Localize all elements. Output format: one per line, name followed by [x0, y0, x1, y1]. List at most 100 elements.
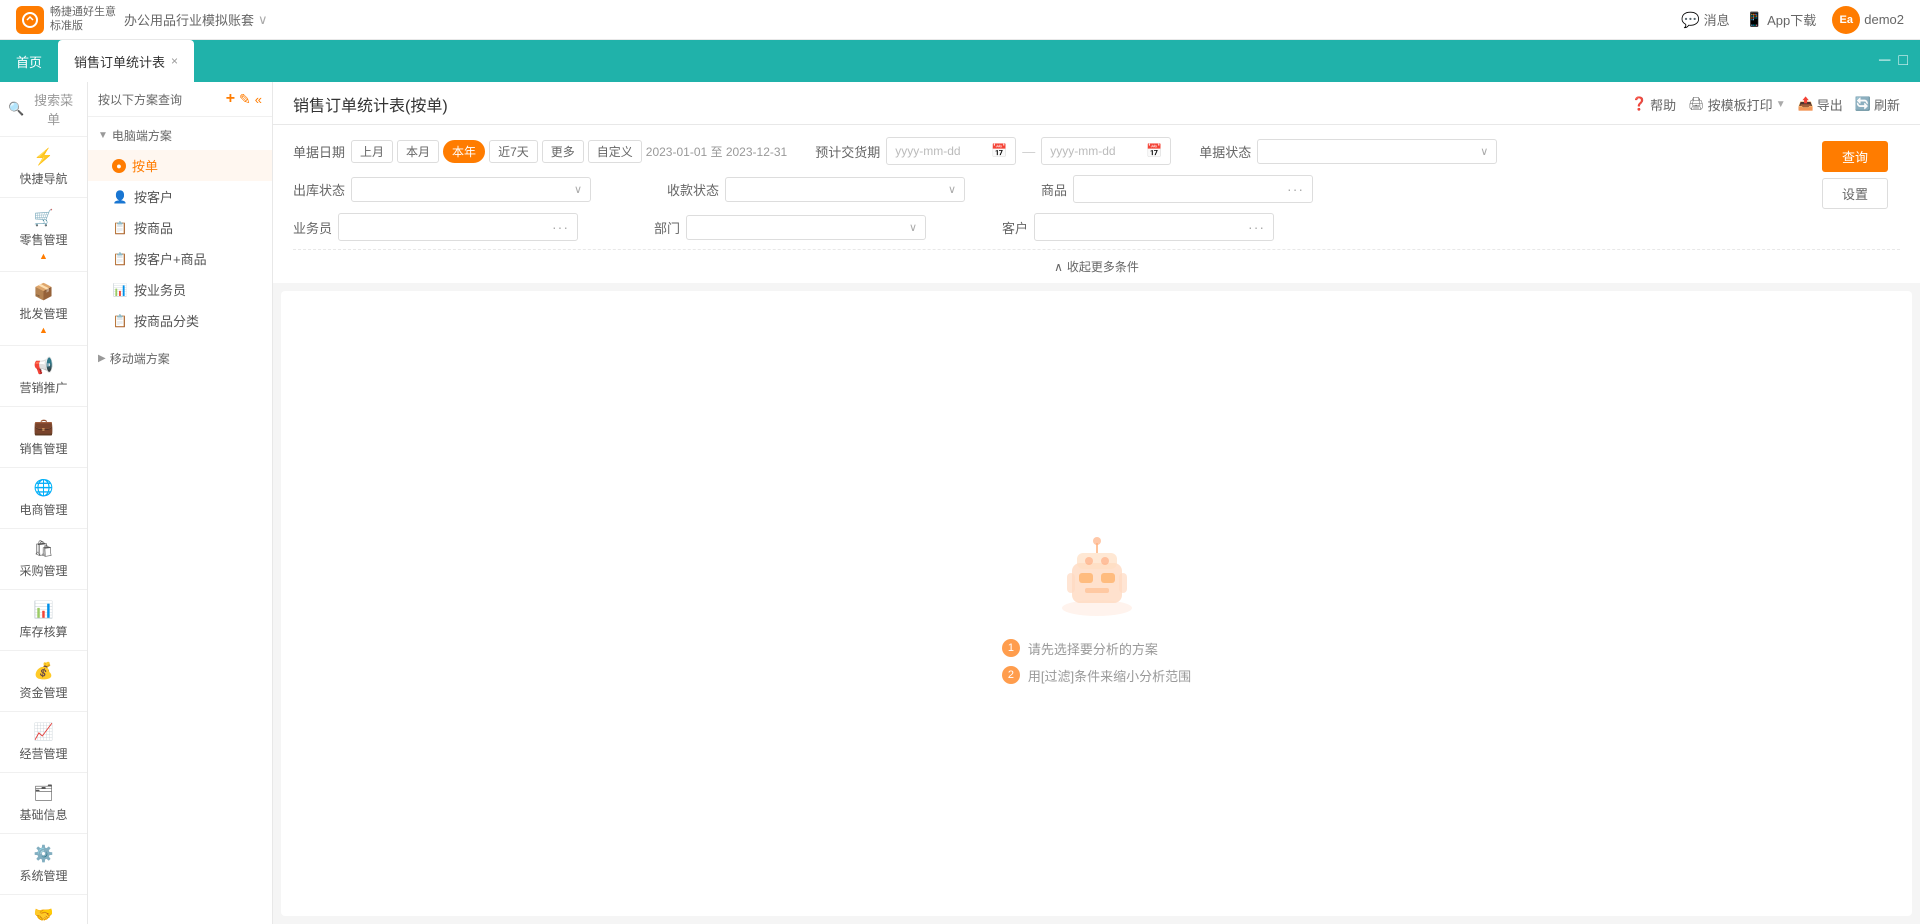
- sidebar-item-enterprise[interactable]: 🤝 企业协同: [0, 895, 87, 924]
- logo-text: 畅捷通好生意 标准版: [50, 6, 116, 32]
- top-bar-right: 💬 消息 📱 App下载 Ea demo2: [1681, 6, 1904, 34]
- salesperson-item: 业务员 ···: [293, 213, 578, 241]
- scheme-group-mobile-arrow: ▶: [98, 353, 106, 364]
- scheme-group-pc: ▼ 电脑端方案 ● 按单 👤 按客户 📋 按商品 📋 按客户+: [88, 117, 272, 340]
- payment-status-label: 收款状态: [667, 180, 719, 199]
- logo-icon: [16, 6, 44, 34]
- date-label: 单据日期: [293, 142, 345, 161]
- sidebar-item-retail[interactable]: 🛒 零售管理 ▲: [0, 198, 87, 272]
- sidebar-item-marketing[interactable]: 📢 营销推广: [0, 346, 87, 407]
- page-actions: ❓ 帮助 🖨 按模板打印 ▼ 📤 导出 🔄 刷新: [1631, 95, 1900, 114]
- date-divider: —: [1020, 144, 1037, 159]
- page-header: 销售订单统计表(按单) ❓ 帮助 🖨 按模板打印 ▼ 📤 导出: [273, 82, 1920, 125]
- product-input[interactable]: ···: [1073, 175, 1313, 203]
- avatar: Ea: [1832, 6, 1860, 34]
- tab-minimize-icon[interactable]: ─: [1879, 52, 1890, 70]
- scheme-edit-button[interactable]: ✎: [239, 91, 251, 108]
- scheme-group-pc-title[interactable]: ▼ 电脑端方案: [88, 121, 272, 150]
- sidebar-item-finance[interactable]: 💰 资金管理: [0, 651, 87, 712]
- salesperson-input[interactable]: ···: [338, 213, 578, 241]
- tab-home[interactable]: 首页: [0, 40, 58, 82]
- department-select[interactable]: ∨: [686, 215, 926, 240]
- print-button[interactable]: 🖨 按模板打印 ▼: [1688, 95, 1785, 114]
- date-btn-this-month[interactable]: 本月: [397, 140, 439, 163]
- settings-button[interactable]: 设置: [1822, 178, 1888, 209]
- delivery-date-end[interactable]: yyyy-mm-dd 📅: [1041, 137, 1171, 165]
- sidebar-item-sales[interactable]: 💼 销售管理: [0, 407, 87, 468]
- scheme-customer-icon: 👤: [112, 190, 128, 204]
- sidebar-quick-nav[interactable]: ⚡ 零售管理 快捷导航: [0, 137, 87, 198]
- delivery-status-select[interactable]: ∨: [351, 177, 591, 202]
- user-menu[interactable]: Ea demo2: [1832, 6, 1904, 34]
- app-download-button[interactable]: 📱 App下载: [1746, 10, 1817, 29]
- tab-maximize-icon[interactable]: □: [1898, 52, 1908, 70]
- query-button[interactable]: 查询: [1822, 141, 1888, 172]
- tab-sales-stats[interactable]: 销售订单统计表 ×: [58, 40, 194, 82]
- scheme-group-mobile-title[interactable]: ▶ 移动端方案: [88, 344, 272, 373]
- department-label: 部门: [654, 218, 680, 237]
- sidebar: 🔍 搜索菜单 ⚡ 零售管理 快捷导航 🛒 零售管理 ▲ 📦 批发管理 ▲ 📢 营…: [0, 82, 88, 924]
- top-bar-left: 畅捷通好生意 标准版 办公用品行业模拟账套 ∨: [16, 6, 268, 34]
- filter-button-col: 查询 设置: [1810, 137, 1900, 213]
- scheme-item-by-salesperson[interactable]: 📊 按业务员: [88, 274, 272, 305]
- scheme-panel-header: 按以下方案查询 + ✎ «: [88, 82, 272, 117]
- sidebar-item-wholesale[interactable]: 📦 批发管理 ▲: [0, 272, 87, 346]
- scheme-header-actions: + ✎ «: [226, 90, 262, 108]
- calendar-icon-start: 📅: [991, 143, 1007, 159]
- scheme-panel: 按以下方案查询 + ✎ « ▼ 电脑端方案 ● 按单 👤: [88, 82, 273, 924]
- salesperson-label: 业务员: [293, 218, 332, 237]
- breadcrumb-arrow[interactable]: ∨: [258, 12, 268, 28]
- calendar-icon-end: 📅: [1146, 143, 1162, 159]
- refresh-button[interactable]: 🔄 刷新: [1855, 95, 1900, 114]
- scheme-item-by-customer-product[interactable]: 📋 按客户+商品: [88, 243, 272, 274]
- empty-tip-2: 2 用[过滤]条件来缩小分析范围: [1002, 666, 1191, 685]
- date-btn-7days[interactable]: 近7天: [489, 140, 538, 163]
- payment-status-item: 收款状态 ∨: [667, 177, 965, 202]
- sidebar-item-system[interactable]: ⚙️ 系统管理: [0, 834, 87, 895]
- payment-status-select[interactable]: ∨: [725, 177, 965, 202]
- date-btn-more[interactable]: 更多: [542, 140, 584, 163]
- customer-input[interactable]: ···: [1034, 213, 1274, 241]
- delivery-date-start[interactable]: yyyy-mm-dd 📅: [886, 137, 1016, 165]
- scheme-item-by-customer[interactable]: 👤 按客户: [88, 181, 272, 212]
- order-status-select[interactable]: ∨: [1257, 139, 1497, 164]
- collapse-more-bar[interactable]: ∧ 收起更多条件: [293, 249, 1900, 283]
- tab-close-icon[interactable]: ×: [171, 54, 178, 68]
- date-btn-custom[interactable]: 自定义: [588, 140, 642, 163]
- sidebar-item-inventory[interactable]: 📊 库存核算: [0, 590, 87, 651]
- scheme-item-by-category[interactable]: 📋 按商品分类: [88, 305, 272, 336]
- scheme-group-mobile: ▶ 移动端方案: [88, 340, 272, 377]
- scheme-collapse-button[interactable]: «: [255, 92, 262, 107]
- delivery-label: 预计交货期: [815, 142, 880, 161]
- payment-status-arrow: ∨: [948, 183, 956, 196]
- date-btn-last-month[interactable]: 上月: [351, 140, 393, 163]
- empty-state: 1 请先选择要分析的方案 2 用[过滤]条件来缩小分析范围: [281, 291, 1912, 916]
- scheme-add-button[interactable]: +: [226, 90, 235, 108]
- tip-2-num: 2: [1002, 666, 1020, 684]
- scheme-item-by-product[interactable]: 📋 按商品: [88, 212, 272, 243]
- tab-bar-right: ─ □: [1879, 52, 1920, 70]
- customer-item: 客户 ···: [1002, 213, 1274, 241]
- empty-tip-1: 1 请先选择要分析的方案: [1002, 639, 1191, 658]
- product-dots[interactable]: ···: [1287, 181, 1304, 197]
- collapse-icon: ∧: [1054, 260, 1063, 274]
- sidebar-item-base[interactable]: 🗂 基础信息: [0, 773, 87, 834]
- empty-tips: 1 请先选择要分析的方案 2 用[过滤]条件来缩小分析范围: [1002, 639, 1191, 685]
- help-button[interactable]: ❓ 帮助: [1631, 95, 1676, 114]
- salesperson-dots[interactable]: ···: [552, 219, 569, 235]
- customer-dots[interactable]: ···: [1248, 219, 1265, 235]
- sidebar-item-operation[interactable]: 📈 经营管理: [0, 712, 87, 773]
- filter-content: 单据日期 上月 本月 本年 近7天 更多 自定义 2023-01-01 至 20…: [293, 137, 1900, 241]
- date-filter-item: 单据日期 上月 本月 本年 近7天 更多 自定义 2023-01-01 至 20…: [293, 140, 787, 163]
- page-title: 销售订单统计表(按单): [293, 92, 448, 116]
- sidebar-search[interactable]: 🔍 搜索菜单: [0, 82, 87, 137]
- date-btn-this-year[interactable]: 本年: [443, 140, 485, 163]
- sidebar-item-purchase[interactable]: 🛍 采购管理: [0, 529, 87, 590]
- sidebar-item-ecommerce[interactable]: 🌐 电商管理: [0, 468, 87, 529]
- export-button[interactable]: 📤 导出: [1798, 95, 1843, 114]
- message-button[interactable]: 💬 消息: [1681, 10, 1730, 29]
- date-range-text: 2023-01-01 至 2023-12-31: [646, 143, 787, 160]
- scheme-item-by-order[interactable]: ● 按单: [88, 150, 272, 181]
- scheme-group-pc-arrow: ▼: [98, 130, 108, 141]
- filter-body: 单据日期 上月 本月 本年 近7天 更多 自定义 2023-01-01 至 20…: [293, 137, 1810, 241]
